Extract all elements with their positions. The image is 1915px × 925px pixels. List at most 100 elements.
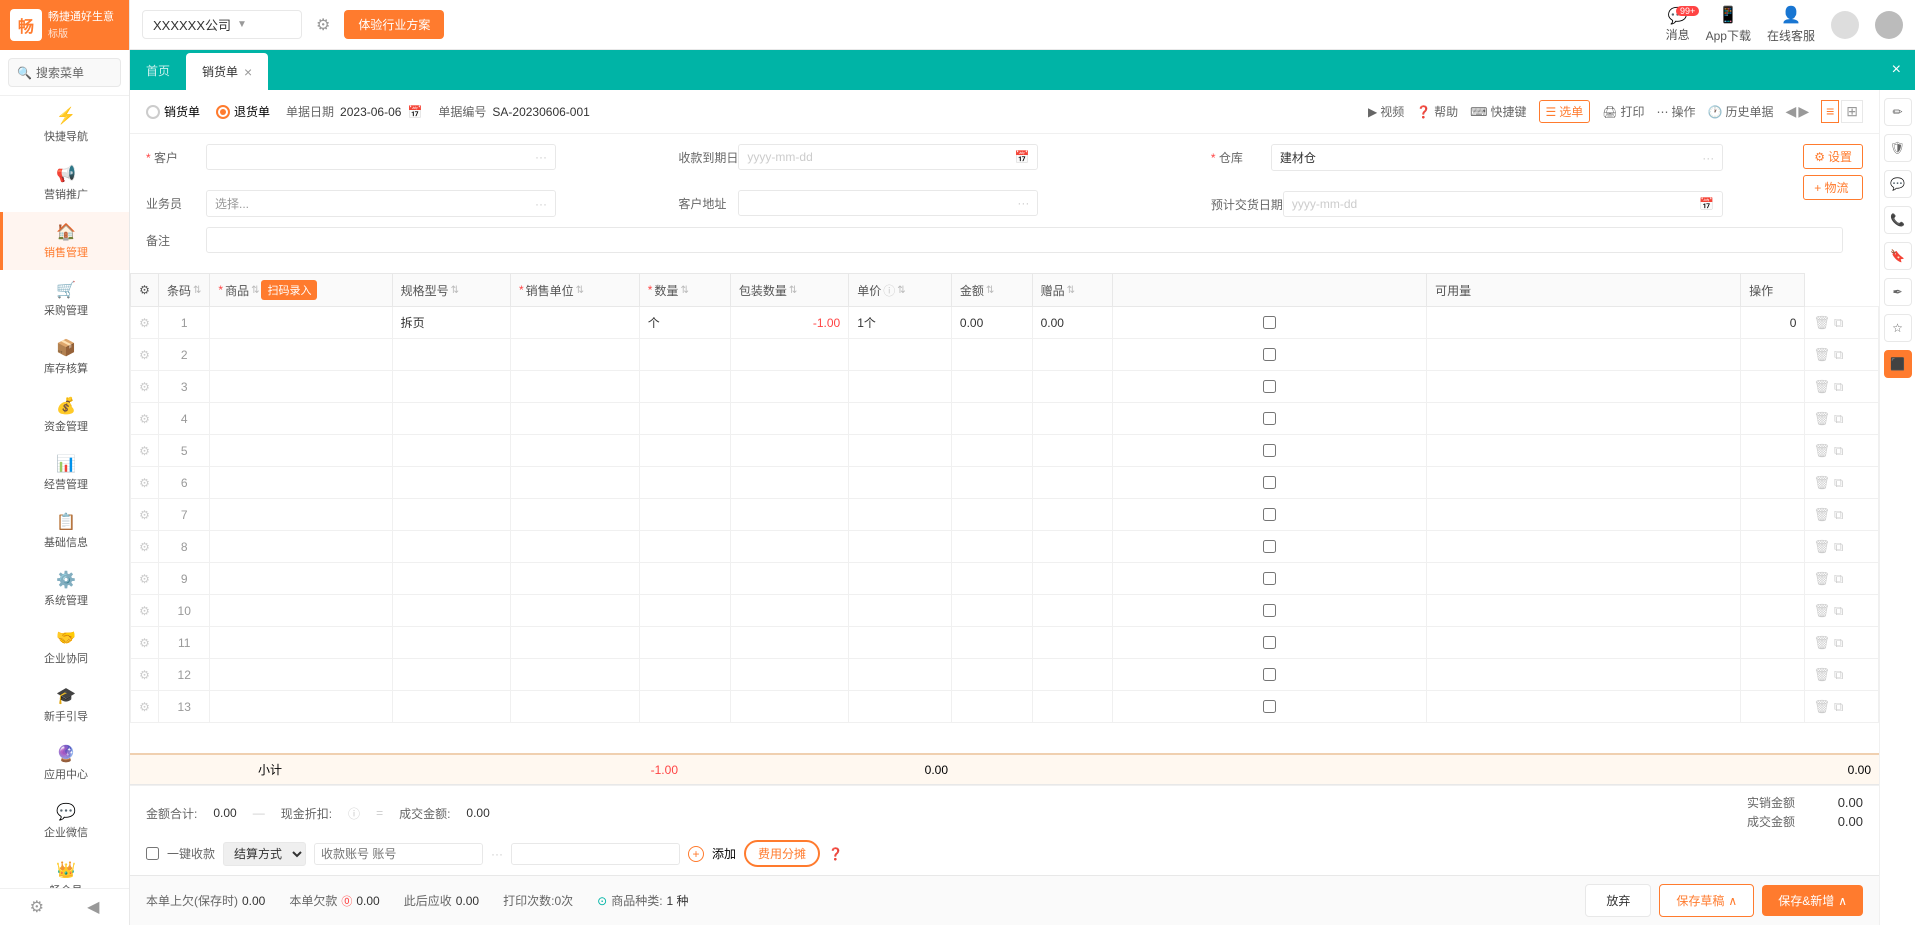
gift-checkbox-6[interactable] xyxy=(1263,476,1276,489)
row-notes-6[interactable] xyxy=(1427,467,1741,499)
row-pkg-qty-8[interactable] xyxy=(849,531,952,563)
row-spec-8[interactable] xyxy=(510,531,639,563)
row-unit-5[interactable] xyxy=(639,435,730,467)
row-product-7[interactable] xyxy=(392,499,510,531)
view-grid-btn[interactable]: ⊞ xyxy=(1841,100,1863,123)
row-gift-7[interactable] xyxy=(1113,499,1427,531)
row-barcode-4[interactable] xyxy=(210,403,392,435)
row-gift-4[interactable] xyxy=(1113,403,1427,435)
row-qty-11[interactable] xyxy=(730,627,848,659)
row-pkg-qty-4[interactable] xyxy=(849,403,952,435)
sidebar-item-marketing[interactable]: 📢 营销推广 xyxy=(0,154,129,212)
row-notes-10[interactable] xyxy=(1427,595,1741,627)
prev-arrow[interactable]: ◀ xyxy=(1786,103,1797,120)
tabbar-close-btn[interactable]: × xyxy=(1878,51,1915,89)
row-unit-4[interactable] xyxy=(639,403,730,435)
view-list-btn[interactable]: ≡ xyxy=(1821,100,1839,123)
sidebar-item-enterprise[interactable]: 🤝 企业协同 xyxy=(0,618,129,676)
row-amount-3[interactable] xyxy=(1032,371,1113,403)
row-notes-13[interactable] xyxy=(1427,691,1741,723)
row-copy-icon-3[interactable]: ⧉ xyxy=(1834,379,1843,395)
row-copy-icon-6[interactable]: ⧉ xyxy=(1834,475,1843,491)
rs-pencil-btn[interactable]: ✒ xyxy=(1884,278,1912,306)
trial-button[interactable]: 体验行业方案 xyxy=(344,10,444,39)
row-pkg-qty-5[interactable] xyxy=(849,435,952,467)
row-qty-13[interactable] xyxy=(730,691,848,723)
row-price-11[interactable] xyxy=(951,627,1032,659)
row-barcode-10[interactable] xyxy=(210,595,392,627)
row-notes-3[interactable] xyxy=(1427,371,1741,403)
row-notes-11[interactable] xyxy=(1427,627,1741,659)
sidebar-item-inventory[interactable]: 📦 库存核算 xyxy=(0,328,129,386)
calendar-icon[interactable]: 📅 xyxy=(407,105,422,119)
row-price-8[interactable] xyxy=(951,531,1032,563)
row-delete-icon-3[interactable]: 🗑 xyxy=(1813,379,1830,395)
sidebar-item-sales[interactable]: 🏠 销售管理 xyxy=(0,212,129,270)
row-copy-icon-1[interactable]: ⧉ xyxy=(1834,315,1843,331)
row-product-12[interactable] xyxy=(392,659,510,691)
row-pkg-qty-6[interactable] xyxy=(849,467,952,499)
user-avatar2[interactable] xyxy=(1875,11,1903,39)
sidebar-settings-btn[interactable]: ⚙ xyxy=(30,897,44,917)
one-click-checkbox-label[interactable]: 一键收款 xyxy=(146,845,215,862)
row-qty-4[interactable] xyxy=(730,403,848,435)
gift-checkbox-11[interactable] xyxy=(1263,636,1276,649)
gift-checkbox-7[interactable] xyxy=(1263,508,1276,521)
row-copy-icon-5[interactable]: ⧉ xyxy=(1834,443,1843,459)
gift-sort-icon[interactable]: ⇅ xyxy=(1067,285,1075,296)
row-qty-6[interactable] xyxy=(730,467,848,499)
row-qty-1[interactable]: -1.00 xyxy=(730,307,848,339)
row-amount-2[interactable] xyxy=(1032,339,1113,371)
row-unit-9[interactable] xyxy=(639,563,730,595)
one-click-checkbox[interactable] xyxy=(146,847,159,860)
row-spec-10[interactable] xyxy=(510,595,639,627)
row-unit-11[interactable] xyxy=(639,627,730,659)
row-gift-5[interactable] xyxy=(1113,435,1427,467)
row-spec-3[interactable] xyxy=(510,371,639,403)
row-delete-icon-6[interactable]: 🗑 xyxy=(1813,475,1830,491)
address-input[interactable]: ··· xyxy=(738,190,1038,216)
row-product-4[interactable] xyxy=(392,403,510,435)
shortcut-btn[interactable]: ⌨ 快捷键 xyxy=(1470,103,1526,120)
row-pkg-qty-9[interactable] xyxy=(849,563,952,595)
row-price-5[interactable] xyxy=(951,435,1032,467)
row-notes-4[interactable] xyxy=(1427,403,1741,435)
tab-sales-order[interactable]: 销货单 × xyxy=(186,53,268,90)
row-unit-2[interactable] xyxy=(639,339,730,371)
row-price-12[interactable] xyxy=(951,659,1032,691)
row-notes-7[interactable] xyxy=(1427,499,1741,531)
row-pkg-qty-3[interactable] xyxy=(849,371,952,403)
radio-sales[interactable]: 销货单 xyxy=(146,103,200,120)
expense-split-btn[interactable]: 费用分摊 xyxy=(744,840,820,867)
row-product-10[interactable] xyxy=(392,595,510,627)
video-btn[interactable]: ▶ 视频 xyxy=(1368,103,1404,120)
row-delete-icon-7[interactable]: 🗑 xyxy=(1813,507,1830,523)
row-price-3[interactable] xyxy=(951,371,1032,403)
row-product-8[interactable] xyxy=(392,531,510,563)
sidebar-item-guide[interactable]: 🎓 新手引导 xyxy=(0,676,129,734)
spec-sort-icon[interactable]: ⇅ xyxy=(451,285,459,296)
row-barcode-7[interactable] xyxy=(210,499,392,531)
sidebar-item-quick-nav[interactable]: ⚡ 快捷导航 xyxy=(0,96,129,154)
row-price-13[interactable] xyxy=(951,691,1032,723)
save-draft-button[interactable]: 保存草稿 ∧ xyxy=(1659,884,1754,917)
row-product-2[interactable] xyxy=(392,339,510,371)
row-spec-12[interactable] xyxy=(510,659,639,691)
logistics-button[interactable]: + 物流 xyxy=(1803,175,1863,200)
discard-button[interactable]: 放弃 xyxy=(1585,884,1651,917)
scan-button[interactable]: 扫码录入 xyxy=(261,280,317,300)
barcode-sort-icon[interactable]: ⇅ xyxy=(193,285,201,296)
more-btn[interactable]: ⋯ 操作 xyxy=(1657,103,1696,120)
row-delete-icon-5[interactable]: 🗑 xyxy=(1813,443,1830,459)
row-spec-5[interactable] xyxy=(510,435,639,467)
row-unit-3[interactable] xyxy=(639,371,730,403)
row-pkg-qty-12[interactable] xyxy=(849,659,952,691)
row-copy-icon-4[interactable]: ⧉ xyxy=(1834,411,1843,427)
expected-date-input[interactable]: yyyy-mm-dd 📅 xyxy=(1283,191,1723,217)
row-delete-icon-12[interactable]: 🗑 xyxy=(1813,667,1830,683)
row-spec-9[interactable] xyxy=(510,563,639,595)
sidebar-item-vip[interactable]: 👑 畅会员 xyxy=(0,850,129,888)
product-sort-icon[interactable]: ⇅ xyxy=(251,285,259,296)
qty-sort-icon[interactable]: ⇅ xyxy=(680,285,688,296)
radio-return[interactable]: 退货单 xyxy=(216,103,270,120)
